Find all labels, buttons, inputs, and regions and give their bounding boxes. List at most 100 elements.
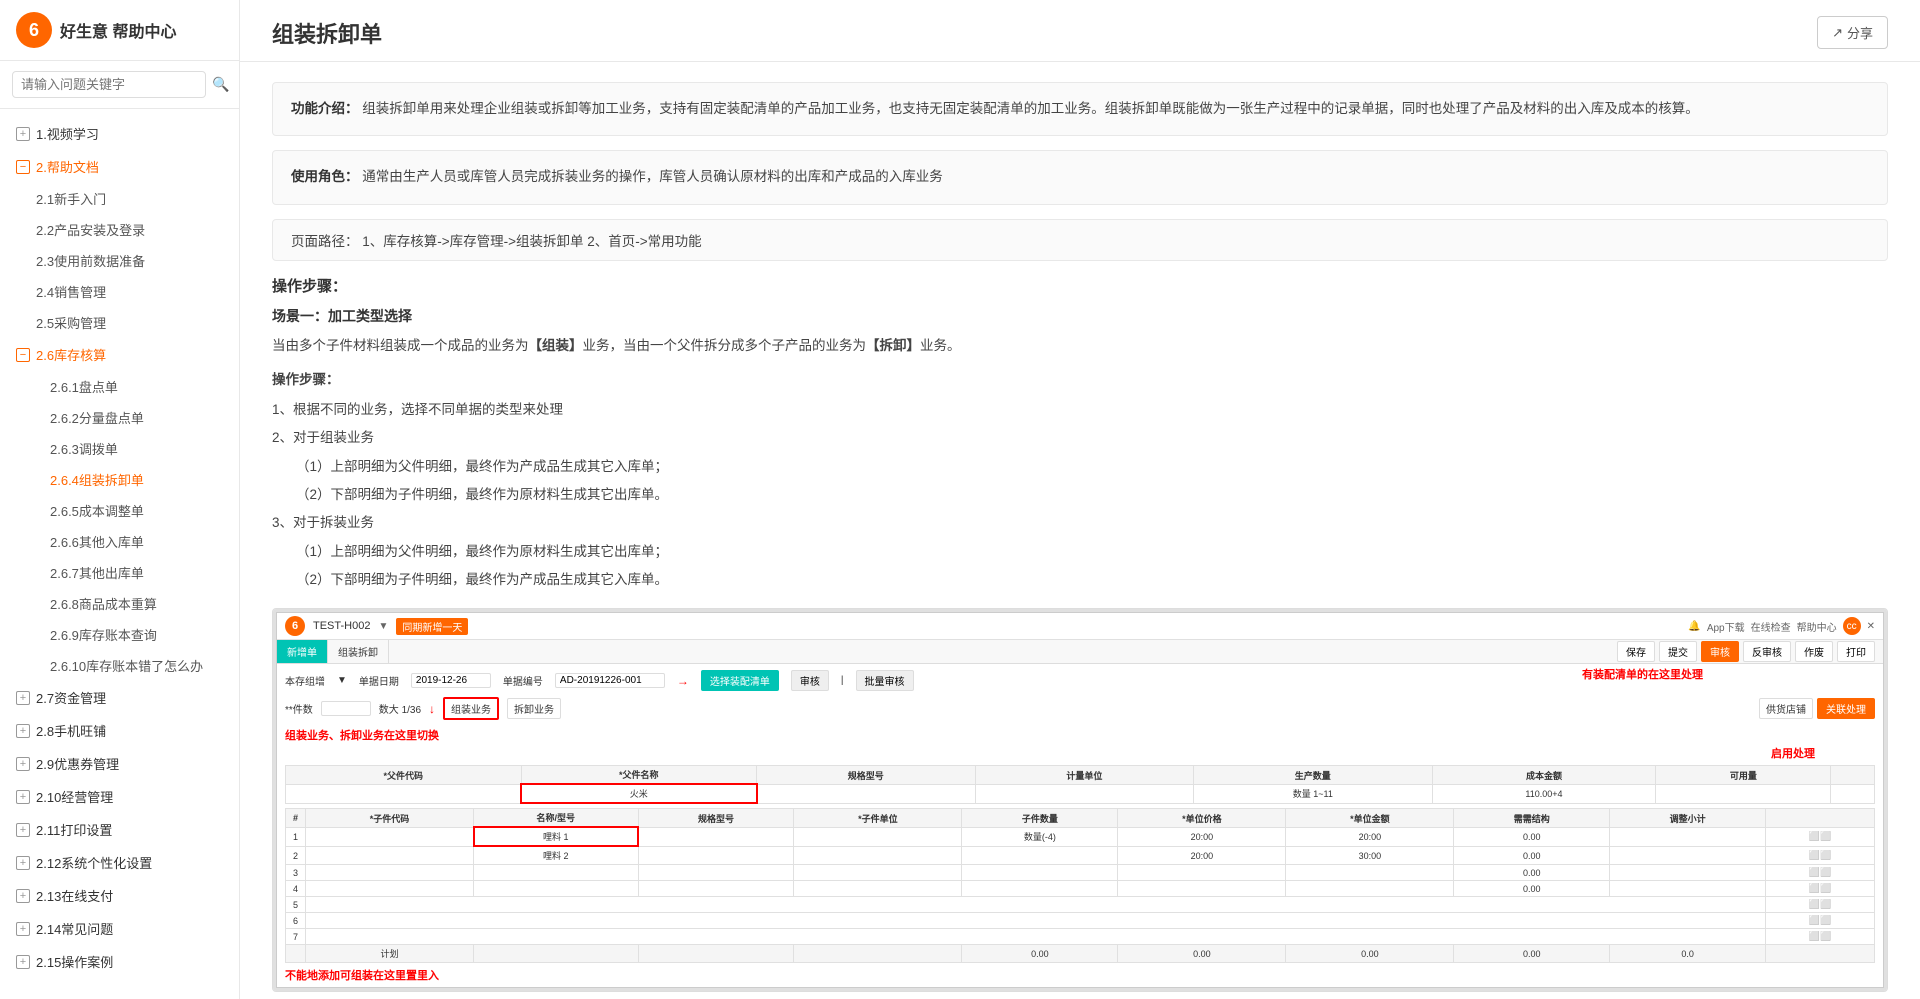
- lower-row-3: 3 0.00 ⬜⬜: [286, 865, 1875, 881]
- expand-print-icon: +: [16, 823, 30, 837]
- sidebar-item-cases[interactable]: + 2.15操作案例: [0, 945, 239, 978]
- annotation-arrow-1: →: [677, 674, 689, 688]
- form-label-type: 本存组增: [285, 673, 325, 688]
- scenario-title: 场景一：加工类型选择: [272, 306, 1888, 326]
- sidebar-item-customize[interactable]: + 2.12系统个性化设置: [0, 846, 239, 879]
- lower-th-3: 规格型号: [638, 809, 794, 828]
- sidebar-item-video[interactable]: + 1.视频学习: [0, 117, 239, 150]
- sidebar-item-install[interactable]: 2.2产品安装及登录: [0, 214, 239, 245]
- expand-cases-icon: +: [16, 955, 30, 969]
- app-tabs-bar: 新增单 组装拆卸 保存 提交 审核 反审核 作废 打印: [277, 640, 1883, 664]
- sidebar-item-docs[interactable]: − 2.帮助文档: [0, 150, 239, 183]
- form-activate-btn[interactable]: 关联处理: [1817, 698, 1875, 719]
- form-bom-btn[interactable]: 选择装配清单: [701, 670, 779, 691]
- btn-reverse[interactable]: 反审核: [1743, 641, 1791, 662]
- btn-delete[interactable]: 作废: [1795, 641, 1833, 662]
- app-new-btn[interactable]: 同期新增一天: [396, 618, 468, 635]
- app-tab-list[interactable]: 组装拆卸: [328, 640, 389, 663]
- form-batch-btn[interactable]: 批量审核: [856, 670, 914, 691]
- sidebar-item-new[interactable]: 2.1新手入门: [0, 183, 239, 214]
- annotation-type-row: 组装业务、拆卸业务在这里切换: [285, 726, 1875, 743]
- sidebar-item-sales[interactable]: 2.4销售管理: [0, 276, 239, 307]
- btn-print[interactable]: 打印: [1837, 641, 1875, 662]
- screenshot-container: 6 TEST-H002 ▼ 同期新增一天 🔔 App下载 在线检查 帮助中心 c…: [272, 608, 1888, 992]
- form-label-op: ▼: [337, 675, 347, 686]
- expand-mobile-icon: +: [16, 724, 30, 738]
- lower-th-7: *单位金额: [1286, 809, 1454, 828]
- form-label-unit: **件数: [285, 701, 313, 716]
- form-type-disassemble[interactable]: 拆卸业务: [507, 698, 561, 719]
- btn-save[interactable]: 保存: [1617, 641, 1655, 662]
- sidebar-item-adjust[interactable]: 2.6.3调拨单: [0, 433, 239, 464]
- form-supplier-input[interactable]: 供货店铺: [1759, 698, 1813, 719]
- sidebar-item-stockquery[interactable]: 2.6.9库存账本查询: [0, 619, 239, 650]
- collapse-inventory-icon: −: [16, 348, 30, 362]
- user-role-block: 使用角色： 通常由生产人员或库管人员完成拆装业务的操作，库管人员确认原材料的出库…: [272, 150, 1888, 204]
- nav-list: + 1.视频学习 − 2.帮助文档 2.1新手入门 2.2产品安装及登录 2.3…: [0, 109, 239, 999]
- lower-row-6: 6 ⬜⬜: [286, 913, 1875, 929]
- lower-th-1: *子件代码: [306, 809, 474, 828]
- app-form-area: 本存组增 ▼ 单据日期 单据编号 → 选择装配清单 审核 | 批量审核: [277, 664, 1883, 761]
- form-no-input[interactable]: [555, 673, 665, 688]
- btn-submit[interactable]: 提交: [1659, 641, 1697, 662]
- app-test-id: TEST-H002: [313, 620, 370, 632]
- sidebar-item-cost[interactable]: 2.6.5成本调整单: [0, 495, 239, 526]
- form-more: |: [841, 675, 844, 686]
- sidebar-item-wrongledger[interactable]: 2.6.10库存账本错了怎么办: [0, 650, 239, 681]
- step3-sub2: （2）下部明细为子件明细，最终作为产成品生成其它入库单。: [296, 568, 1888, 592]
- form-label-qty: 数大 1/36: [379, 701, 421, 716]
- search-bar[interactable]: 🔍: [0, 61, 239, 109]
- form-label-no: 单据编号: [503, 673, 543, 688]
- sidebar-item-online[interactable]: + 2.13在线支付: [0, 879, 239, 912]
- lower-th-6: *单位价格: [1118, 809, 1286, 828]
- sidebar-item-partialtake[interactable]: 2.6.2分量盘点单: [0, 402, 239, 433]
- upper-table: *父件代码 *父件名称 规格型号 计量单位 生产数量 成本金额 可用量: [285, 765, 1875, 804]
- lower-table-footer: 计划 0.00 0.00 0.00 0.00 0.0: [286, 945, 1875, 963]
- upper-th-7: 可用量: [1656, 766, 1831, 785]
- sidebar-item-costcalc[interactable]: 2.6.8商品成本重算: [0, 588, 239, 619]
- main-content: 组装拆卸单 ↗ 分享 功能介绍： 组装拆卸单用来处理企业组装或拆卸等加工业务，支…: [240, 0, 1920, 999]
- lower-row1-name[interactable]: 哩料 1: [474, 827, 639, 846]
- content-area: 功能介绍： 组装拆卸单用来处理企业组装或拆卸等加工业务，支持有固定装配清单的产品…: [240, 62, 1920, 999]
- form-confirm-btn[interactable]: 审核: [791, 670, 829, 691]
- sidebar-item-inother[interactable]: 2.6.6其他入库单: [0, 526, 239, 557]
- app-close-icon[interactable]: ✕: [1867, 621, 1875, 632]
- sidebar-item-faq[interactable]: + 2.14常见问题: [0, 912, 239, 945]
- sidebar-item-operation[interactable]: + 2.10经营管理: [0, 780, 239, 813]
- form-label-date: 单据日期: [359, 673, 399, 688]
- form-type-select[interactable]: 组装业务: [443, 697, 499, 720]
- form-date-input[interactable]: [411, 673, 491, 688]
- expand-online-icon: +: [16, 889, 30, 903]
- app-tab-active[interactable]: 新增单: [277, 640, 328, 663]
- sidebar-item-purchase[interactable]: 2.5采购管理: [0, 307, 239, 338]
- lower-table: # *子件代码 名称/型号 规格型号 *子件单位 子件数量 *单位价格 *单位金…: [285, 808, 1875, 963]
- page-title: 组装拆卸单: [272, 17, 382, 49]
- share-button[interactable]: ↗ 分享: [1817, 16, 1888, 49]
- form-unit-input[interactable]: [321, 701, 371, 716]
- sidebar-item-outother[interactable]: 2.6.7其他出库单: [0, 557, 239, 588]
- sidebar-item-mobile[interactable]: + 2.8手机旺铺: [0, 714, 239, 747]
- search-input[interactable]: [12, 71, 206, 98]
- sidebar-item-assembly[interactable]: 2.6.4组装拆卸单: [0, 464, 239, 495]
- sidebar-item-stocktake[interactable]: 2.6.1盘点单: [0, 371, 239, 402]
- upper-cell-name[interactable]: 火米: [521, 784, 757, 803]
- form-fields-row: 本存组增 ▼ 单据日期 单据编号 → 选择装配清单 审核 | 批量审核: [285, 670, 1875, 691]
- sidebar-item-data[interactable]: 2.3使用前数据准备: [0, 245, 239, 276]
- search-button[interactable]: 🔍: [212, 76, 229, 93]
- app-tabs-group: 新增单 组装拆卸: [277, 640, 389, 663]
- scenario-desc: 当由多个子件材料组装成一个成品的业务为【组装】业务，当由一个父件拆分成多个子产品…: [272, 334, 1888, 358]
- btn-approve[interactable]: 审核: [1701, 641, 1739, 662]
- logo-icon: 6: [16, 12, 52, 48]
- annotation-arrow-type: ↓: [429, 702, 435, 716]
- sidebar-item-print[interactable]: + 2.11打印设置: [0, 813, 239, 846]
- sidebar-item-coupon[interactable]: + 2.9优惠券管理: [0, 747, 239, 780]
- annotation-activate-text: 启用处理: [1771, 745, 1815, 761]
- inner-screenshot: 6 TEST-H002 ▼ 同期新增一天 🔔 App下载 在线检查 帮助中心 c…: [276, 612, 1884, 988]
- sidebar-item-inventory[interactable]: − 2.6库存核算: [0, 338, 239, 371]
- lower-th-5: 子件数量: [962, 809, 1118, 828]
- app-logo: 6: [285, 616, 305, 636]
- lower-row-5: 5 ⬜⬜: [286, 897, 1875, 913]
- sidebar-item-capital[interactable]: + 2.7资金管理: [0, 681, 239, 714]
- upper-th-4: 计量单位: [975, 766, 1194, 785]
- ops-steps-label: 操作步骤：: [272, 368, 1888, 392]
